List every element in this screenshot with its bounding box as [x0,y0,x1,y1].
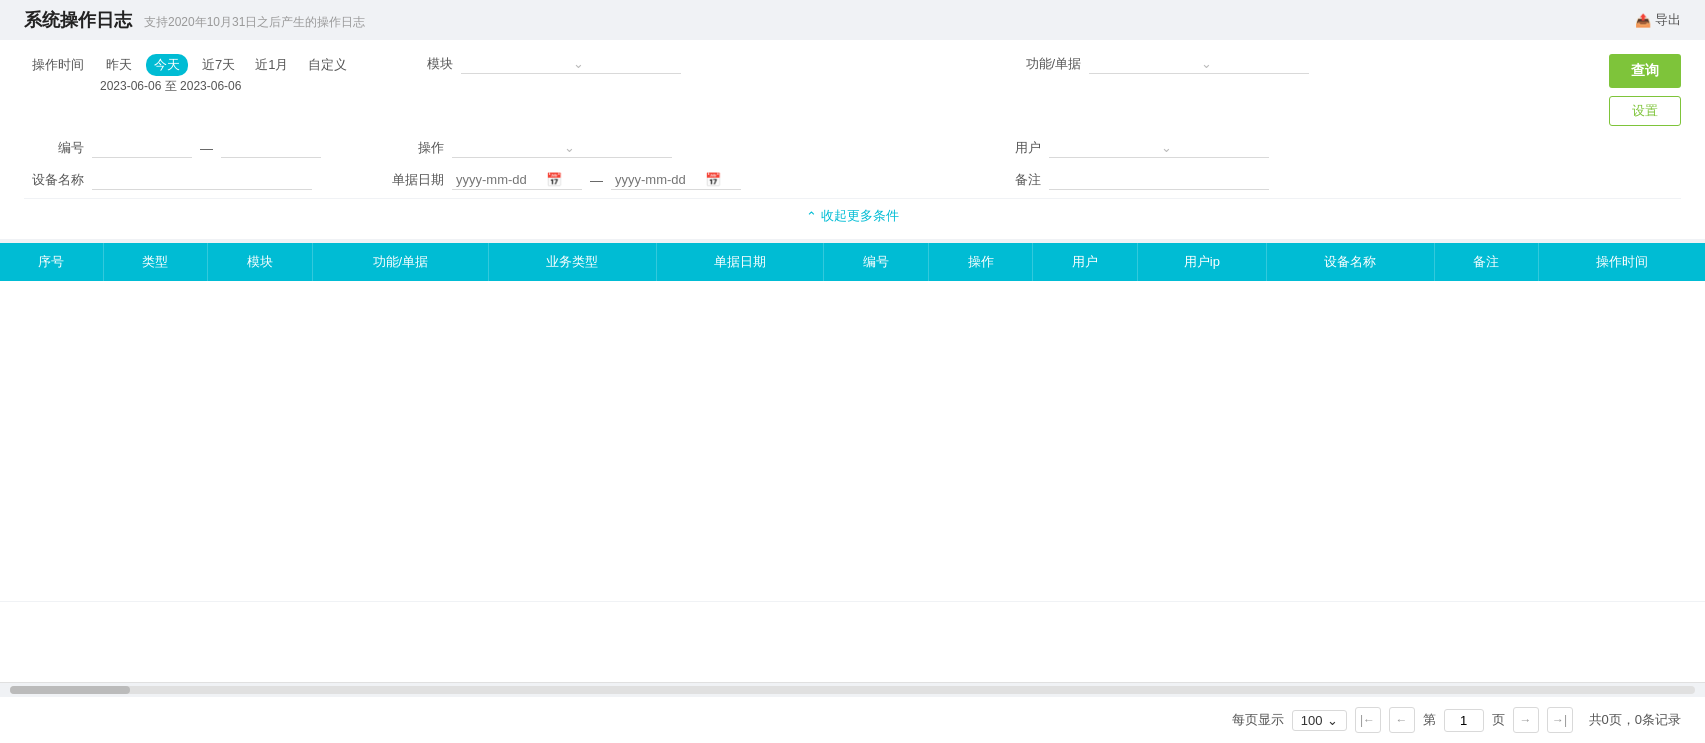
settings-button[interactable]: 设置 [1609,96,1681,126]
col-billdate: 单据日期 [656,243,824,281]
module-filter: 模块 ⌄ [393,54,969,74]
header-row: 序号 类型 模块 功能/单据 业务类型 单据日期 编号 操作 用户 用户ip 设… [0,243,1705,281]
pagination-bar: 每页显示 100 ⌄ |← ← 第 页 → →| 共0页，0条记录 [0,696,1705,743]
export-label: 导出 [1655,11,1681,29]
scrollbar-area[interactable] [0,682,1705,696]
data-table: 序号 类型 模块 功能/单据 业务类型 单据日期 编号 操作 用户 用户ip 设… [0,243,1705,602]
page-suffix: 页 [1492,711,1505,729]
col-userip: 用户ip [1137,243,1266,281]
user-filter: 用户 ⌄ [981,138,1538,158]
page-subtitle: 支持2020年10月31日之后产生的操作日志 [144,14,365,31]
time-label: 操作时间 [24,56,84,74]
action-buttons: 查询 设置 [1609,54,1681,126]
function-label: 功能/单据 [1009,55,1081,73]
scrollbar-thumb[interactable] [10,686,130,694]
device-input[interactable] [92,170,312,190]
export-icon: 📤 [1635,13,1651,28]
col-remark: 备注 [1434,243,1538,281]
device-label: 设备名称 [24,171,84,189]
col-device: 设备名称 [1266,243,1434,281]
time-filter-block: 操作时间 昨天 今天 近7天 近1月 自定义 2023-06-06 至 2023… [24,54,353,95]
time-option-custom[interactable]: 自定义 [302,54,353,76]
code-filter: 编号 — [24,138,344,158]
per-page-value: 100 [1301,713,1323,728]
query-button[interactable]: 查询 [1609,54,1681,88]
collapse-icon: ⌃ [806,209,817,224]
operation-filter: 操作 ⌄ [384,138,941,158]
per-page-select[interactable]: 100 ⌄ [1292,710,1347,731]
device-filter: 设备名称 [24,170,344,190]
page-prefix: 第 [1423,711,1436,729]
function-chevron-icon: ⌄ [1201,56,1305,71]
collapse-row[interactable]: ⌃ 收起更多条件 [24,198,1681,229]
col-module: 模块 [208,243,312,281]
col-function: 功能/单据 [312,243,488,281]
module-chevron-icon: ⌄ [573,56,677,71]
code-dash: — [200,141,213,156]
remark-filter: 备注 [981,170,1538,190]
scrollbar-track[interactable] [10,686,1695,694]
module-label: 模块 [393,55,453,73]
page-container: 系统操作日志 支持2020年10月31日之后产生的操作日志 📤 导出 操作时间 … [0,0,1705,743]
date-from-wrap[interactable]: 📅 [452,170,582,190]
filter-row-2: 编号 — 操作 ⌄ 用户 ⌄ [24,138,1681,158]
table-body [0,281,1705,601]
code-input-to[interactable] [221,138,321,158]
time-options: 昨天 今天 近7天 近1月 自定义 [100,54,353,76]
date-range-display: 2023-06-06 至 2023-06-06 [100,79,241,93]
module-select[interactable]: ⌄ [461,54,681,74]
bill-date-filter: 单据日期 📅 — 📅 [384,170,941,190]
time-option-today[interactable]: 今天 [146,54,188,76]
bill-date-label: 单据日期 [384,171,444,189]
date-from-input[interactable] [456,172,546,187]
calendar-to-icon[interactable]: 📅 [705,172,721,187]
empty-cell [0,281,1705,601]
filter-row-3: 设备名称 单据日期 📅 — 📅 备注 [24,170,1681,190]
col-user: 用户 [1033,243,1137,281]
top-bar: 系统操作日志 支持2020年10月31日之后产生的操作日志 📤 导出 [0,0,1705,40]
date-to-input[interactable] [615,172,705,187]
time-option-7days[interactable]: 近7天 [196,54,241,76]
page-title: 系统操作日志 [24,8,132,32]
page-input[interactable] [1444,709,1484,732]
collapse-label: 收起更多条件 [821,207,899,225]
empty-row [0,281,1705,601]
first-page-btn[interactable]: |← [1355,707,1381,733]
code-label: 编号 [24,139,84,157]
col-biztype: 业务类型 [489,243,657,281]
calendar-from-icon[interactable]: 📅 [546,172,562,187]
prev-page-btn[interactable]: ← [1389,707,1415,733]
col-code: 编号 [824,243,928,281]
table-wrap: 序号 类型 模块 功能/单据 业务类型 单据日期 编号 操作 用户 用户ip 设… [0,243,1705,682]
code-input-from[interactable] [92,138,192,158]
date-to-wrap[interactable]: 📅 [611,170,741,190]
table-header: 序号 类型 模块 功能/单据 业务类型 单据日期 编号 操作 用户 用户ip 设… [0,243,1705,281]
col-type: 类型 [103,243,207,281]
filter-area: 操作时间 昨天 今天 近7天 近1月 自定义 2023-06-06 至 2023… [0,40,1705,239]
export-button[interactable]: 📤 导出 [1635,11,1681,29]
remark-label: 备注 [981,171,1041,189]
user-chevron-icon: ⌄ [1161,140,1265,155]
operation-label: 操作 [384,139,444,157]
col-operation: 操作 [928,243,1032,281]
remark-input[interactable] [1049,170,1269,190]
last-page-btn[interactable]: →| [1547,707,1573,733]
user-select[interactable]: ⌄ [1049,138,1269,158]
function-select[interactable]: ⌄ [1089,54,1309,74]
time-filter-options-row: 操作时间 昨天 今天 近7天 近1月 自定义 [24,54,353,76]
per-page-chevron-icon: ⌄ [1327,713,1338,728]
col-index: 序号 [0,243,103,281]
col-optime: 操作时间 [1538,243,1705,281]
user-label: 用户 [981,139,1041,157]
per-page-label: 每页显示 [1232,711,1284,729]
next-page-btn[interactable]: → [1513,707,1539,733]
time-option-yesterday[interactable]: 昨天 [100,54,138,76]
operation-chevron-icon: ⌄ [564,140,668,155]
time-option-1month[interactable]: 近1月 [249,54,294,76]
function-filter: 功能/单据 ⌄ [1009,54,1585,74]
header-left: 系统操作日志 支持2020年10月31日之后产生的操作日志 [24,8,365,32]
page-total: 共0页，0条记录 [1589,711,1681,729]
operation-select[interactable]: ⌄ [452,138,672,158]
date-dash: — [590,173,603,188]
